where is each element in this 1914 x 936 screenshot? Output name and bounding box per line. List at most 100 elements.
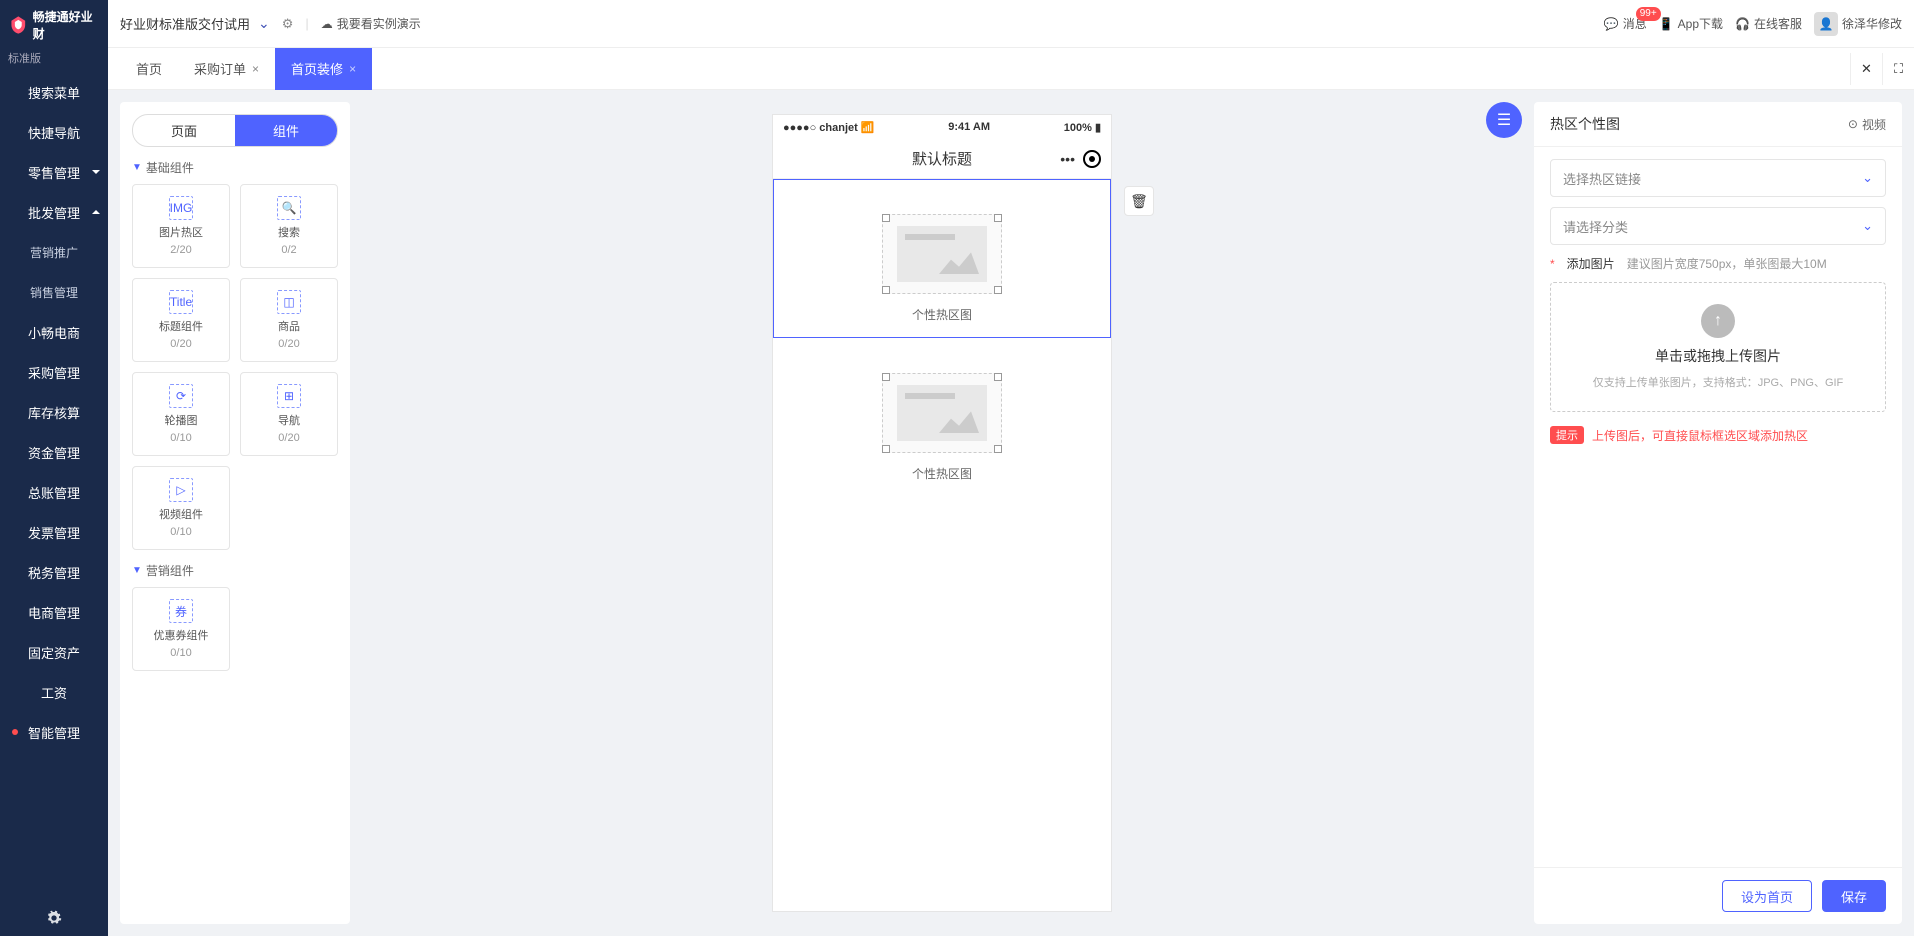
hotzone-link-placeholder: 选择热区链接 xyxy=(1563,169,1641,188)
tab-0[interactable]: 首页 xyxy=(120,48,178,90)
tab-close-all[interactable]: ✕ xyxy=(1850,53,1882,85)
product-selector[interactable]: 好业财标准版交付试用 ⌄ xyxy=(120,14,270,33)
sidebar-item-9[interactable]: 发票管理 xyxy=(0,512,108,552)
demo-link[interactable]: ☁ 我要看实例演示 xyxy=(321,15,421,32)
canvas-hotzone-block-0[interactable]: 个性热区图🗑 xyxy=(773,179,1111,338)
sidebar-item-label: 固定资产 xyxy=(28,643,80,662)
component-count: 0/10 xyxy=(170,647,191,659)
tab-label: 采购订单 xyxy=(194,59,246,78)
category-placeholder: 请选择分类 xyxy=(1563,217,1628,236)
delete-block-button[interactable]: 🗑 xyxy=(1124,186,1154,216)
component-card-0-6[interactable]: ▷视频组件0/10 xyxy=(132,466,230,550)
sidebar-item-label: 小畅电商 xyxy=(28,323,80,342)
avatar-icon: 👤 xyxy=(1814,12,1838,36)
message-badge: 99+ xyxy=(1636,7,1661,21)
image-upload-dropzone[interactable]: ↑ 单击或拖拽上传图片 仅支持上传单张图片，支持格式：JPG、PNG、GIF xyxy=(1550,282,1886,412)
sidebar-item-0[interactable]: 搜索菜单 xyxy=(0,72,108,112)
component-icon: IMG xyxy=(169,196,193,220)
page-component-toggle: 页面 组件 xyxy=(132,114,338,147)
component-card-0-5[interactable]: ⊞导航0/20 xyxy=(240,372,338,456)
component-card-0-2[interactable]: Title标题组件0/20 xyxy=(132,278,230,362)
sidebar-item-6[interactable]: 库存核算 xyxy=(0,392,108,432)
component-label: 标题组件 xyxy=(159,318,203,334)
sidebar-item-3[interactable]: 批发管理 xyxy=(0,192,108,232)
sidebar-item-2[interactable]: 零售管理 xyxy=(0,152,108,192)
seg-component[interactable]: 组件 xyxy=(235,115,337,146)
tab-label: 首页装修 xyxy=(291,59,343,78)
sidebar-item-7[interactable]: 资金管理 xyxy=(0,432,108,472)
upload-title: 单击或拖拽上传图片 xyxy=(1655,346,1781,366)
sidebar-item-14[interactable]: 智能管理 xyxy=(0,712,108,752)
component-card-0-0[interactable]: IMG图片热区2/20 xyxy=(132,184,230,268)
sidebar-item-label: 搜索菜单 xyxy=(28,83,80,102)
support-link[interactable]: 🎧 在线客服 xyxy=(1735,15,1802,32)
settings-icon[interactable]: ⚙ xyxy=(282,16,294,32)
sidebar-item-13[interactable]: 工资 xyxy=(0,672,108,712)
sidebar-item-11[interactable]: 电商管理 xyxy=(0,592,108,632)
main-sidebar: 畅捷通好业财 标准版 搜索菜单快捷导航零售管理批发管理营销推广销售管理小畅电商采… xyxy=(0,0,108,936)
canvas-menu-fab[interactable]: ☰ xyxy=(1486,102,1522,138)
category-select[interactable]: 请选择分类 ⌄ xyxy=(1550,207,1886,245)
save-button[interactable]: 保存 xyxy=(1822,880,1886,912)
section-title: 营销组件 xyxy=(146,562,194,579)
close-icon[interactable]: × xyxy=(349,62,356,76)
chevron-down-icon: ⌄ xyxy=(258,15,270,32)
phone-menu-icon[interactable]: ••• xyxy=(1060,151,1075,167)
notification-dot xyxy=(12,729,18,735)
sidebar-item-4[interactable]: 小畅电商 xyxy=(0,312,108,352)
tab-2[interactable]: 首页装修 × xyxy=(275,48,372,90)
sidebar-item-1[interactable]: 快捷导航 xyxy=(0,112,108,152)
sidebar-item-label: 零售管理 xyxy=(28,163,80,182)
section-title: 基础组件 xyxy=(146,159,194,176)
user-menu[interactable]: 👤 徐泽华修改 xyxy=(1814,12,1902,36)
sidebar-subitem-3-0[interactable]: 营销推广 xyxy=(0,232,108,272)
message-link[interactable]: 💬 消息 99+ xyxy=(1604,15,1647,32)
video-help-link[interactable]: ⊙ 视频 xyxy=(1848,116,1886,133)
component-count: 0/20 xyxy=(278,432,299,444)
sidebar-item-5[interactable]: 采购管理 xyxy=(0,352,108,392)
config-title: 热区个性图 xyxy=(1550,114,1620,134)
set-home-button[interactable]: 设为首页 xyxy=(1722,880,1812,912)
component-card-0-3[interactable]: ◫商品0/20 xyxy=(240,278,338,362)
sidebar-settings-button[interactable] xyxy=(0,900,108,936)
sidebar-item-label: 库存核算 xyxy=(28,403,80,422)
canvas-area: ☰ ●●●●○ chanjet 📶 9:41 AM 100% ▮ 默认标题 ••… xyxy=(350,90,1534,936)
component-section-header-1[interactable]: ▼ 营销组件 xyxy=(132,562,338,579)
sidebar-item-label: 电商管理 xyxy=(28,603,80,622)
component-icon: ⟳ xyxy=(169,384,193,408)
triangle-down-icon: ▼ xyxy=(132,162,142,173)
gear-icon xyxy=(46,910,62,926)
phone-header: 默认标题 ••• xyxy=(773,139,1111,179)
top-bar: 好业财标准版交付试用 ⌄ ⚙ | ☁ 我要看实例演示 💬 消息 99+ 📱 Ap… xyxy=(108,0,1914,48)
component-count: 0/20 xyxy=(170,338,191,350)
hotzone-link-select[interactable]: 选择热区链接 ⌄ xyxy=(1550,159,1886,197)
sidebar-item-12[interactable]: 固定资产 xyxy=(0,632,108,672)
seg-page[interactable]: 页面 xyxy=(133,115,235,146)
phone-target-icon[interactable] xyxy=(1083,150,1101,168)
component-count: 0/20 xyxy=(278,338,299,350)
sidebar-item-label: 税务管理 xyxy=(28,563,80,582)
app-download-link[interactable]: 📱 App下载 xyxy=(1659,15,1723,32)
image-placeholder xyxy=(882,214,1002,294)
sidebar-item-10[interactable]: 税务管理 xyxy=(0,552,108,592)
component-card-0-1[interactable]: 🔍搜索0/2 xyxy=(240,184,338,268)
sidebar-item-8[interactable]: 总账管理 xyxy=(0,472,108,512)
triangle-down-icon: ▼ xyxy=(132,565,142,576)
component-count: 0/10 xyxy=(170,432,191,444)
component-icon: ▷ xyxy=(169,478,193,502)
tab-expand[interactable]: ⛶ xyxy=(1882,53,1914,85)
component-card-0-4[interactable]: ⟳轮播图0/10 xyxy=(132,372,230,456)
sidebar-subitem-3-1[interactable]: 销售管理 xyxy=(0,272,108,312)
close-icon[interactable]: × xyxy=(252,62,259,76)
canvas-hotzone-block-1[interactable]: 个性热区图 xyxy=(773,338,1111,497)
play-icon: ⊙ xyxy=(1848,117,1858,131)
upload-icon: ↑ xyxy=(1701,304,1735,338)
component-section-header-0[interactable]: ▼ 基础组件 xyxy=(132,159,338,176)
tip-text: 上传图后，可直接鼠标框选区域添加热区 xyxy=(1592,427,1808,444)
sidebar-item-label: 批发管理 xyxy=(28,203,80,222)
brand-logo: 畅捷通好业财 xyxy=(0,0,108,50)
mobile-icon: 📱 xyxy=(1659,17,1674,31)
component-card-1-0[interactable]: 券优惠券组件0/10 xyxy=(132,587,230,671)
trash-icon: 🗑 xyxy=(1130,193,1148,210)
tab-1[interactable]: 采购订单 × xyxy=(178,48,275,90)
